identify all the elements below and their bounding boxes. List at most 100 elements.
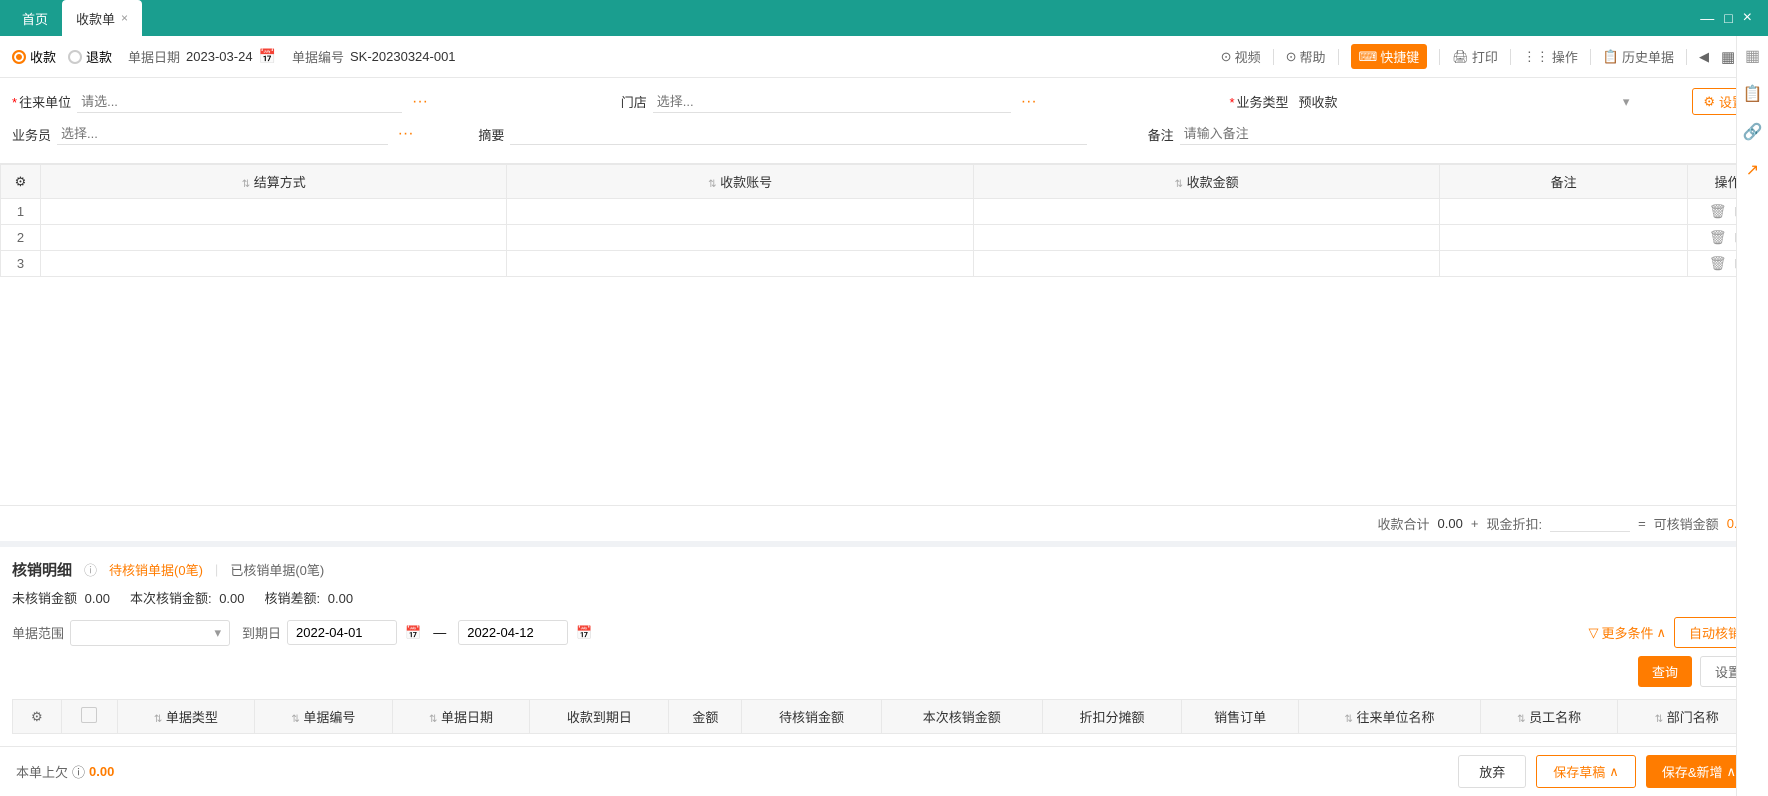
- staff-name-col[interactable]: ⇅ 员工名称: [1480, 700, 1618, 734]
- table-row: 1 🗑 ⊞: [1, 199, 1768, 225]
- note-1[interactable]: [1440, 199, 1688, 225]
- unchecked-label: 未核销金额 0.00: [12, 588, 110, 607]
- help-btn[interactable]: ⊙ 帮助: [1286, 47, 1326, 66]
- date-to-input[interactable]: [458, 620, 568, 645]
- sidebar-list-icon[interactable]: 📋: [1743, 84, 1763, 104]
- sidebar-expand-icon[interactable]: ↗: [1746, 160, 1759, 180]
- history-icon: 📋: [1603, 49, 1619, 65]
- info-icon-bottom[interactable]: ⓘ: [72, 762, 85, 781]
- note-3[interactable]: [1440, 251, 1688, 277]
- dept-name-col[interactable]: ⇅ 部门名称: [1618, 700, 1756, 734]
- doc-num-col[interactable]: ⇅ 单据编号: [255, 700, 393, 734]
- account-2[interactable]: [507, 225, 973, 251]
- settlement-col-header[interactable]: ⇅ 结算方式: [41, 165, 507, 199]
- doc-date-col[interactable]: ⇅ 单据日期: [392, 700, 530, 734]
- settlement-2[interactable]: [41, 225, 507, 251]
- shortcut-btn[interactable]: ⌨ 快捷键: [1351, 44, 1428, 69]
- tab-home[interactable]: 首页: [8, 0, 62, 36]
- window-min-icon[interactable]: —: [1700, 10, 1714, 26]
- current-amount-col: 本次核销金额: [881, 700, 1042, 734]
- checkbox-select-all[interactable]: [61, 700, 117, 734]
- radio-receipt-indicator: [12, 50, 26, 64]
- info-icon[interactable]: ⓘ: [84, 560, 97, 579]
- salesperson-more-btn[interactable]: ···: [394, 125, 418, 143]
- tab-receipt[interactable]: 收款单 ×: [62, 0, 142, 36]
- counterpart-field: 往来单位 ···: [12, 91, 432, 113]
- select-all-checkbox[interactable]: [81, 707, 97, 723]
- operations-btn[interactable]: ⋮⋮ 操作: [1523, 47, 1578, 66]
- number-field: 单据编号 SK-20230324-001: [292, 47, 456, 66]
- checkbox-col[interactable]: ⚙: [13, 700, 62, 734]
- collapse-icon[interactable]: ◀: [1699, 49, 1709, 65]
- query-button[interactable]: 查询: [1638, 656, 1692, 687]
- date-from-input[interactable]: [287, 620, 397, 645]
- divider6: [1686, 49, 1687, 65]
- pending-tab[interactable]: 待核销单据(0笔): [109, 560, 203, 579]
- remarks-label: 备注: [1148, 125, 1174, 144]
- row-num-3: 3: [1, 251, 41, 277]
- unchecked-value: 0.00: [85, 591, 110, 606]
- counterpart-input[interactable]: [77, 91, 402, 113]
- salesperson-field: 业务员 ···: [12, 123, 418, 145]
- settlement-3[interactable]: [41, 251, 507, 277]
- print-btn[interactable]: 🖨 打印: [1452, 47, 1498, 66]
- save-draft-button[interactable]: 保存草稿 ∧: [1536, 755, 1636, 788]
- radio-refund[interactable]: 退款: [68, 47, 112, 66]
- amount-col-header[interactable]: ⇅ 收款金额: [973, 165, 1439, 199]
- sidebar-table-icon[interactable]: ▦: [1745, 46, 1760, 66]
- counterpart-name-col[interactable]: ⇅ 往来单位名称: [1299, 700, 1481, 734]
- counterpart-more-btn[interactable]: ···: [408, 93, 432, 111]
- doc-type-col[interactable]: ⇅ 单据类型: [117, 700, 255, 734]
- abandon-button[interactable]: 放弃: [1458, 755, 1526, 788]
- history-btn[interactable]: 📋 历史单据: [1603, 47, 1674, 66]
- settings-col-header[interactable]: ⚙: [1, 165, 41, 199]
- amount-col: 金额: [669, 700, 742, 734]
- account-3[interactable]: [507, 251, 973, 277]
- due-date-field: 到期日 📅 — 📅: [242, 620, 592, 645]
- dropdown-arrow[interactable]: ▾: [1623, 94, 1630, 110]
- grid-view-icon[interactable]: ▦: [1721, 48, 1735, 66]
- business-type-value: 预收款: [1299, 92, 1338, 111]
- calendar-from-icon[interactable]: 📅: [405, 625, 421, 641]
- radio-receipt[interactable]: 收款: [12, 47, 56, 66]
- amount-2[interactable]: [973, 225, 1439, 251]
- remarks-input[interactable]: [1180, 123, 1756, 145]
- summary-input[interactable]: [510, 123, 1086, 145]
- discount-label: 现金折扣:: [1486, 514, 1542, 533]
- amount-1[interactable]: [973, 199, 1439, 225]
- salesperson-input[interactable]: [57, 123, 388, 145]
- delete-icon-1[interactable]: 🗑: [1709, 203, 1727, 219]
- divider5: [1590, 49, 1591, 65]
- verify-title: 核销明细: [12, 559, 72, 580]
- amount-3[interactable]: [973, 251, 1439, 277]
- summary-row: 收款合计 0.00 + 现金折扣: = 可核销金额 0.00: [0, 505, 1768, 541]
- window-close-icon[interactable]: ×: [1743, 9, 1752, 27]
- collection-total-value: 0.00: [1438, 516, 1463, 531]
- video-btn[interactable]: ⊙ 视频: [1221, 47, 1261, 66]
- range-select[interactable]: ▾: [70, 620, 230, 646]
- settlement-1[interactable]: [41, 199, 507, 225]
- print-icon: 🖨: [1452, 49, 1469, 65]
- account-col-header[interactable]: ⇅ 收款账号: [507, 165, 973, 199]
- delete-icon-2[interactable]: 🗑: [1709, 229, 1727, 245]
- account-1[interactable]: [507, 199, 973, 225]
- calendar-to-icon[interactable]: 📅: [576, 625, 592, 641]
- divider: [1273, 49, 1274, 65]
- chevron-up-draft-icon: ∧: [1609, 764, 1619, 780]
- note-2[interactable]: [1440, 225, 1688, 251]
- store-input[interactable]: [653, 91, 1011, 113]
- store-more-btn[interactable]: ···: [1017, 93, 1041, 111]
- more-conditions-btn[interactable]: ▽ 更多条件 ∧: [1588, 623, 1666, 642]
- bottom-right: 放弃 保存草稿 ∧ 保存&新增 ∧: [1458, 755, 1752, 788]
- pending-amount-col: 待核销金额: [742, 700, 881, 734]
- window-max-icon[interactable]: □: [1724, 10, 1732, 26]
- delete-icon-3[interactable]: 🗑: [1709, 255, 1727, 271]
- close-tab-icon[interactable]: ×: [121, 11, 128, 25]
- bottom-info: 本单上欠 ⓘ 0.00: [16, 762, 114, 781]
- lower-gear-icon[interactable]: ⚙: [31, 709, 43, 724]
- calendar-icon[interactable]: 📅: [259, 48, 276, 65]
- completed-tab[interactable]: 已核销单据(0笔): [230, 560, 324, 579]
- number-value: SK-20230324-001: [350, 49, 456, 64]
- sidebar-link-icon[interactable]: 🔗: [1743, 122, 1763, 142]
- discount-input[interactable]: [1550, 516, 1630, 532]
